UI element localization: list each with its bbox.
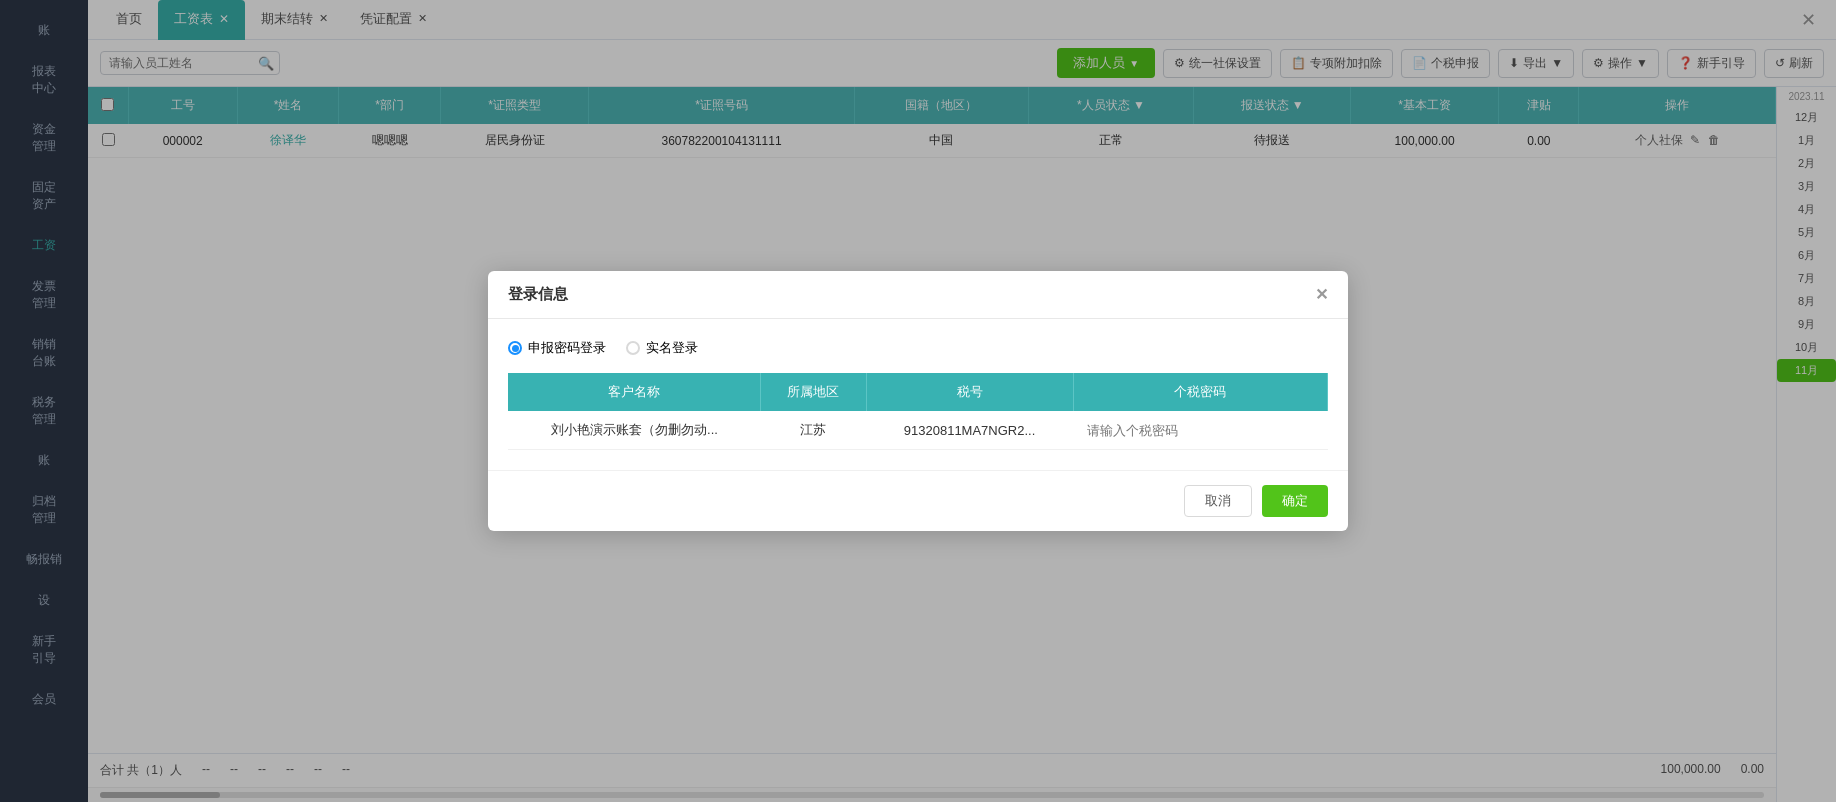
dialog-footer: 取消 确定 xyxy=(488,470,1348,531)
dialog-table: 客户名称 所属地区 税号 个税密码 刘小艳演示账套（勿删勿动... 江苏 913… xyxy=(508,373,1328,450)
dialog-table-row: 刘小艳演示账套（勿删勿动... 江苏 91320811MA7NGR2... xyxy=(508,411,1328,450)
login-type-radio-group: 申报密码登录 实名登录 xyxy=(508,339,1328,357)
radio-password-login[interactable]: 申报密码登录 xyxy=(508,339,606,357)
confirm-button[interactable]: 确定 xyxy=(1262,485,1328,517)
login-dialog: 登录信息 ✕ 申报密码登录 实名登录 xyxy=(488,271,1348,531)
app-container: 账 报表中心 资金管理 固定资产 工资 发票管理 销销台账 税务管理 账 归档管… xyxy=(0,0,1836,802)
dialog-region: 江苏 xyxy=(761,411,866,450)
dialog-col-region: 所属地区 xyxy=(761,373,866,411)
dialog-client-name: 刘小艳演示账套（勿删勿动... xyxy=(508,411,761,450)
dialog-header: 登录信息 ✕ xyxy=(488,271,1348,319)
modal-overlay: 登录信息 ✕ 申报密码登录 实名登录 xyxy=(0,0,1836,802)
tax-password-input[interactable] xyxy=(1087,423,1313,438)
dialog-col-tax-pw: 个税密码 xyxy=(1073,373,1327,411)
radio-password-circle xyxy=(508,341,522,355)
dialog-tax-pw-input-cell[interactable] xyxy=(1073,411,1327,450)
radio-realname-circle xyxy=(626,341,640,355)
dialog-title: 登录信息 xyxy=(508,285,568,304)
dialog-close-button[interactable]: ✕ xyxy=(1315,285,1328,304)
dialog-body: 申报密码登录 实名登录 客户名称 所属地区 税号 个税密码 xyxy=(488,319,1348,470)
dialog-tax-no: 91320811MA7NGR2... xyxy=(866,411,1073,450)
cancel-button[interactable]: 取消 xyxy=(1184,485,1252,517)
radio-realname-login[interactable]: 实名登录 xyxy=(626,339,698,357)
dialog-col-name: 客户名称 xyxy=(508,373,761,411)
dialog-col-tax-no: 税号 xyxy=(866,373,1073,411)
